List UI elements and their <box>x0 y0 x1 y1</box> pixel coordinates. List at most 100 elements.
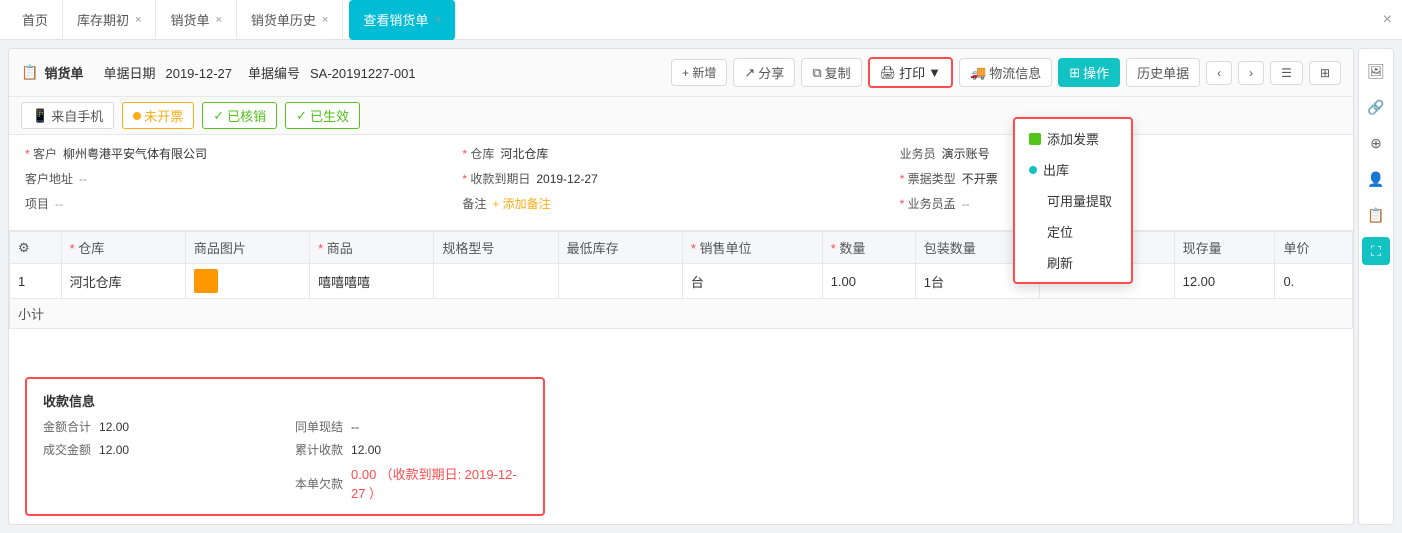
grid-icon: ⊞ <box>1069 65 1080 81</box>
grid-view-button[interactable]: ⊞ <box>1309 61 1341 85</box>
th-quantity: 数量 <box>822 232 915 264</box>
row-product: 嘻嘻嘻嘻 <box>310 264 434 299</box>
doc-panel: 📋 销货单 单据日期 2019-12-27 单据编号 SA-20191227-0… <box>8 48 1354 525</box>
ticket-type-value: 不开票 <box>962 170 998 187</box>
th-settings[interactable]: ⚙ <box>10 232 62 264</box>
check-icon: ✓ <box>213 108 224 124</box>
tab-close-inventory[interactable]: × <box>135 14 141 26</box>
outstanding-row: 本单欠款 0.00 （收款到期日: 2019-12-27 ） <box>295 464 527 502</box>
tab-inventory-init[interactable]: 库存期初 × <box>63 0 156 40</box>
logistics-button[interactable]: 🚚 物流信息 <box>959 58 1052 87</box>
effective-status-btn[interactable]: ✓ 已生效 <box>285 102 360 129</box>
tab-sales-history[interactable]: 销货单历史 × <box>237 0 343 40</box>
th-spec: 规格型号 <box>434 232 558 264</box>
payment-grid: 金额合计 12.00 同单现结 -- 成交金额 12.00 累计收款 12.00 <box>43 418 527 502</box>
doc-title: 销货单 <box>44 63 83 82</box>
warehouse-field: 仓库 河北仓库 <box>462 145 899 162</box>
check2-icon: ✓ <box>296 108 307 124</box>
sidebar-plus-icon[interactable]: ⊕ <box>1362 129 1390 157</box>
share-icon: ↗ <box>744 65 755 81</box>
address-value: -- <box>79 172 87 186</box>
refresh-item[interactable]: 刷新 <box>1015 247 1131 278</box>
doc-header: 📋 销货单 单据日期 2019-12-27 单据编号 SA-20191227-0… <box>9 49 1353 97</box>
ticket-status-btn[interactable]: 未开票 <box>122 102 194 129</box>
deal-amount-row: 成交金额 12.00 <box>43 441 275 458</box>
form-row-1: 客户 柳州粤港平安气体有限公司 仓库 河北仓库 业务员 演示账号 <box>25 145 1337 162</box>
row-quantity: 1.00 <box>822 264 915 299</box>
same-order-value: -- <box>351 420 359 434</box>
sidebar-image-icon[interactable]: 🖼 <box>1362 57 1390 85</box>
cumulative-value: 12.00 <box>351 443 381 457</box>
total-value: 12.00 <box>99 420 129 434</box>
tab-sales-order[interactable]: 销货单 × <box>156 0 236 40</box>
prev-button[interactable]: ‹ <box>1206 61 1232 85</box>
new-button[interactable]: + 新增 <box>671 59 727 86</box>
project-label: 项目 <box>25 195 49 212</box>
sidebar-link-icon[interactable]: 🔗 <box>1362 93 1390 121</box>
due-date-field: 收款到期日 2019-12-27 <box>462 170 899 187</box>
toolbar-actions: + 新增 ↗ 分享 ⧉ 复制 🖨 打印 ▼ 🚚 物流信息 <box>671 57 1341 88</box>
doc-no-label: 单据编号 SA-20191227-001 <box>248 63 416 82</box>
form-row-3: 项目 -- 备注 + 添加备注 业务员孟 -- <box>25 195 1337 212</box>
tab-check-sales[interactable]: 查看销货单 × <box>349 0 455 40</box>
operate-button[interactable]: ⊞ 操作 <box>1058 58 1120 87</box>
operations-dropdown: 添加发票 出库 可用量提取 定位 刷新 <box>1013 117 1133 284</box>
sidebar-doc-icon[interactable]: 📋 <box>1362 201 1390 229</box>
total-amount-row: 金额合计 12.00 <box>43 418 275 435</box>
ticket-type-label: 票据类型 <box>900 170 956 187</box>
truck-icon: 🚚 <box>970 65 986 81</box>
table-header-row: ⚙ 仓库 商品图片 商品 规格型号 最低库存 销售单位 数量 包装数量 可用量 … <box>10 232 1353 264</box>
product-table: ⚙ 仓库 商品图片 商品 规格型号 最低库存 销售单位 数量 包装数量 可用量 … <box>9 231 1353 329</box>
list-view-button[interactable]: ☰ <box>1270 61 1303 85</box>
outstanding-value: 0.00 （收款到期日: 2019-12-27 ） <box>351 464 527 502</box>
cumulative-row: 累计收款 12.00 <box>295 441 527 458</box>
sidebar-expand-icon[interactable]: ⛶ <box>1362 237 1390 265</box>
available-extract-item[interactable]: 可用量提取 <box>1015 185 1131 216</box>
out-warehouse-item[interactable]: 出库 <box>1015 154 1131 185</box>
row-stock: 12.00 <box>1174 264 1275 299</box>
tab-bar: 首页 库存期初 × 销货单 × 销货单历史 × 查看销货单 × × <box>0 0 1402 40</box>
dropdown-arrow: ▼ <box>928 65 941 80</box>
doc-date-label: 单据日期 2019-12-27 <box>103 63 232 82</box>
customer-value: 柳州粤港平安气体有限公司 <box>63 145 207 162</box>
staff-value: 演示账号 <box>942 145 990 162</box>
customer-label: 客户 <box>25 145 57 162</box>
note-field: 备注 + 添加备注 <box>462 195 899 212</box>
table-section: ⚙ 仓库 商品图片 商品 规格型号 最低库存 销售单位 数量 包装数量 可用量 … <box>9 231 1353 369</box>
sidebar-user-icon[interactable]: 👤 <box>1362 165 1390 193</box>
verified-status-btn[interactable]: ✓ 已核销 <box>202 102 277 129</box>
same-order-label: 同单现结 <box>295 418 343 435</box>
th-min-stock: 最低库存 <box>558 232 682 264</box>
locate-item[interactable]: 定位 <box>1015 216 1131 247</box>
total-label: 金额合计 <box>43 418 91 435</box>
tab-close-check[interactable]: × <box>434 14 440 26</box>
row-warehouse: 河北仓库 <box>61 264 185 299</box>
add-invoice-item[interactable]: 添加发票 <box>1015 123 1131 154</box>
history-button[interactable]: 历史单据 <box>1126 58 1200 87</box>
tab-close-history[interactable]: × <box>322 14 328 26</box>
add-note-btn[interactable]: + 添加备注 <box>492 195 550 212</box>
customer-field: 客户 柳州粤港平安气体有限公司 <box>25 145 462 162</box>
th-stock: 现存量 <box>1174 232 1275 264</box>
address-field: 客户地址 -- <box>25 170 462 187</box>
project-value: -- <box>55 197 63 211</box>
row-product-img <box>185 264 309 299</box>
mobile-status-btn[interactable]: 📱 来自手机 <box>21 102 114 129</box>
salesperson-label: 业务员孟 <box>900 195 956 212</box>
tab-home[interactable]: 首页 <box>8 0 63 40</box>
next-button[interactable]: › <box>1238 61 1264 85</box>
copy-button[interactable]: ⧉ 复制 <box>801 58 861 87</box>
payment-title: 收款信息 <box>43 391 527 410</box>
note-label: 备注 <box>462 195 486 212</box>
tab-close-sales[interactable]: × <box>215 14 221 26</box>
close-all-tabs[interactable]: × <box>1383 11 1392 29</box>
warehouse-label: 仓库 <box>462 145 494 162</box>
invoice-icon <box>1029 133 1041 145</box>
th-sales-unit: 销售单位 <box>682 232 822 264</box>
th-unit-price: 单价 <box>1275 232 1353 264</box>
print-button[interactable]: 🖨 打印 ▼ <box>868 57 953 88</box>
share-button[interactable]: ↗ 分享 <box>733 58 795 87</box>
cumulative-label: 累计收款 <box>295 441 343 458</box>
row-sales-unit: 台 <box>682 264 822 299</box>
ticket-dot <box>133 112 141 120</box>
